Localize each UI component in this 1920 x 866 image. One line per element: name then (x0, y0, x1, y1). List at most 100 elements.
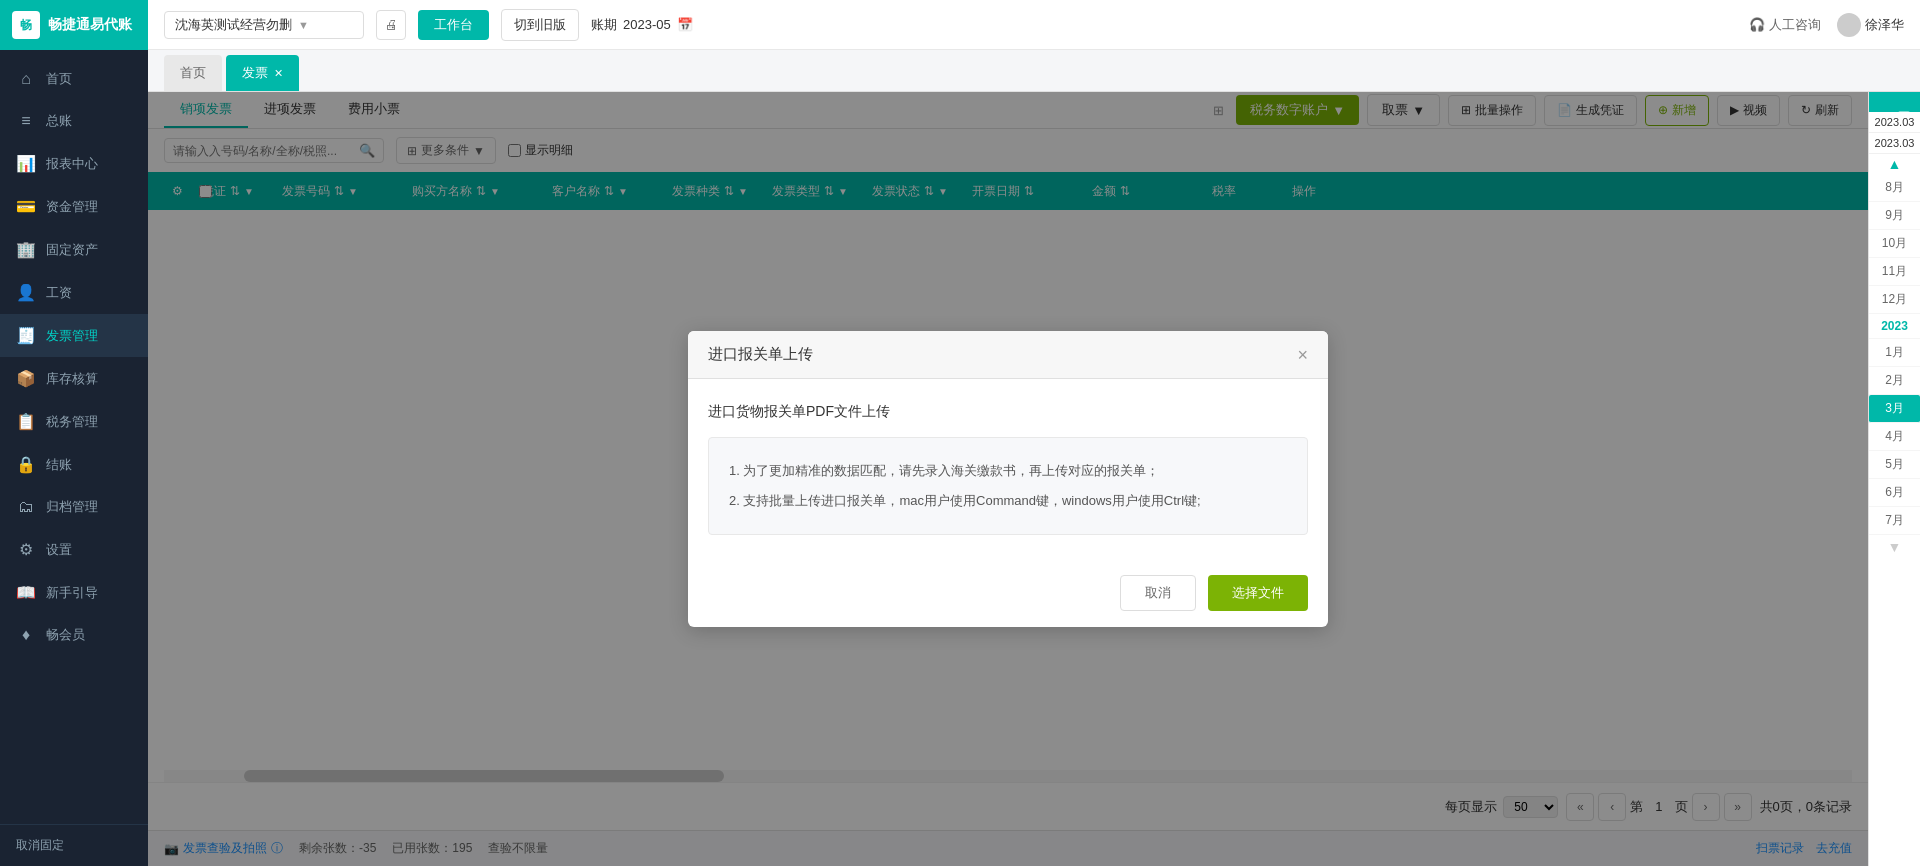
switch-version-button[interactable]: 切到旧版 (501, 9, 579, 41)
sidebar-item-funds[interactable]: 💳 资金管理 (0, 185, 148, 228)
sidebar-item-archive[interactable]: 🗂 归档管理 (0, 486, 148, 528)
sidebar-label-invoice: 发票管理 (46, 327, 98, 345)
period-month-7[interactable]: 7月 (1869, 507, 1920, 535)
reports-icon: 📊 (16, 154, 36, 173)
sidebar-item-member[interactable]: ♦ 畅会员 (0, 614, 148, 656)
company-print-button[interactable]: 🖨 (376, 10, 406, 40)
sidebar-label-funds: 资金管理 (46, 198, 98, 216)
company-dropdown-icon: ▼ (298, 19, 309, 31)
period-month-6[interactable]: 6月 (1869, 479, 1920, 507)
chevron-up-icon: ▲ (1888, 156, 1902, 172)
settings-icon: ⚙ (16, 540, 36, 559)
modal-import-customs: 进口报关单上传 × 进口货物报关单PDF文件上传 1. 为了更加精准的数据匹配，… (688, 331, 1328, 627)
period-month-1[interactable]: 1月 (1869, 339, 1920, 367)
modal-close-button[interactable]: × (1297, 346, 1308, 364)
period-month-11[interactable]: 11月 (1869, 258, 1920, 286)
tab-invoice-close[interactable]: ✕ (274, 67, 283, 80)
period-year-1: 2023.03 (1869, 112, 1920, 133)
tax-icon: 📋 (16, 412, 36, 431)
close-period-icon: 🔒 (16, 455, 36, 474)
user-menu[interactable]: 徐泽华 (1837, 13, 1904, 37)
period-nav-down[interactable]: ▼ (1869, 535, 1920, 559)
archive-icon: 🗂 (16, 498, 36, 516)
logo-text: 畅捷通易代账 (48, 16, 132, 34)
sidebar-item-settings[interactable]: ⚙ 设置 (0, 528, 148, 571)
modal-title: 进口报关单上传 (708, 345, 813, 364)
sidebar-label-payroll: 工资 (46, 284, 72, 302)
sidebar-label-reports: 报表中心 (46, 155, 98, 173)
member-icon: ♦ (16, 626, 36, 644)
open-date-button[interactable]: 开票日期 (1869, 92, 1920, 112)
period-month-12[interactable]: 12月 (1869, 286, 1920, 314)
sidebar-label-archive: 归档管理 (46, 498, 98, 516)
upload-info-box: 1. 为了更加精准的数据匹配，请先录入海关缴款书，再上传对应的报关单； 2. 支… (708, 437, 1308, 535)
sidebar-label-ledger: 总账 (46, 112, 72, 130)
period-month-5[interactable]: 5月 (1869, 451, 1920, 479)
tab-invoice-label: 发票 (242, 64, 268, 82)
sidebar-item-tax[interactable]: 📋 税务管理 (0, 400, 148, 443)
sidebar-logo: 畅 畅捷通易代账 (0, 0, 148, 50)
period-month-4[interactable]: 4月 (1869, 423, 1920, 451)
user-name: 徐泽华 (1865, 16, 1904, 34)
sidebar-label-tax: 税务管理 (46, 413, 98, 431)
period-value: 2023-05 (623, 17, 671, 32)
sidebar-cancel-fixed-label: 取消固定 (16, 838, 64, 852)
sidebar-label-home: 首页 (46, 70, 72, 88)
sidebar-item-ledger[interactable]: ≡ 总账 (0, 100, 148, 142)
tab-home[interactable]: 首页 (164, 55, 222, 91)
main-content: 沈海英测试经营勿删 ▼ 🖨 工作台 切到旧版 账期 2023-05 📅 🎧 人工… (148, 0, 1920, 866)
modal-overlay: 进口报关单上传 × 进口货物报关单PDF文件上传 1. 为了更加精准的数据匹配，… (148, 92, 1868, 866)
info-item-2: 2. 支持批量上传进口报关单，mac用户使用Command键，windows用户… (729, 488, 1287, 514)
period-year-marker: 2023 (1869, 314, 1920, 339)
sidebar-item-assets[interactable]: 🏢 固定资产 (0, 228, 148, 271)
period-month-9[interactable]: 9月 (1869, 202, 1920, 230)
period-month-8[interactable]: 8月 (1869, 174, 1920, 202)
sidebar-label-assets: 固定资产 (46, 241, 98, 259)
period-nav-up[interactable]: ▲ (1869, 154, 1920, 174)
sidebar-item-home[interactable]: ⌂ 首页 (0, 58, 148, 100)
home-icon: ⌂ (16, 70, 36, 88)
workspace-button[interactable]: 工作台 (418, 10, 489, 40)
sidebar-label-member: 畅会员 (46, 626, 85, 644)
modal-body: 进口货物报关单PDF文件上传 1. 为了更加精准的数据匹配，请先录入海关缴款书，… (688, 379, 1328, 559)
tab-bar: 首页 发票 ✕ (148, 50, 1920, 92)
calendar-icon[interactable]: 📅 (677, 17, 693, 32)
period-panel: 开票日期 2023.03 2023.03 ▲ 8月 9月 10月 11月 12月 (1868, 92, 1920, 866)
sidebar-item-inventory[interactable]: 📦 库存核算 (0, 357, 148, 400)
sidebar-item-reports[interactable]: 📊 报表中心 (0, 142, 148, 185)
modal-cancel-button[interactable]: 取消 (1120, 575, 1196, 611)
header-right: 🎧 人工咨询 徐泽华 (1749, 13, 1904, 37)
logo-icon: 畅 (12, 11, 40, 39)
ledger-icon: ≡ (16, 112, 36, 130)
sidebar-item-invoice[interactable]: 🧾 发票管理 (0, 314, 148, 357)
sidebar-cancel-fixed[interactable]: 取消固定 (0, 824, 148, 866)
sidebar-item-close[interactable]: 🔒 结账 (0, 443, 148, 486)
tab-invoice[interactable]: 发票 ✕ (226, 55, 299, 91)
support-button[interactable]: 🎧 人工咨询 (1749, 16, 1821, 34)
company-name: 沈海英测试经营勿删 (175, 16, 292, 34)
sidebar-item-guide[interactable]: 📖 新手引导 (0, 571, 148, 614)
chevron-down-icon: ▼ (1888, 539, 1902, 555)
upload-section-title: 进口货物报关单PDF文件上传 (708, 403, 1308, 421)
sidebar-item-payroll[interactable]: 👤 工资 (0, 271, 148, 314)
headset-icon: 🎧 (1749, 17, 1765, 32)
modal-select-file-button[interactable]: 选择文件 (1208, 575, 1308, 611)
payroll-icon: 👤 (16, 283, 36, 302)
info-item-1: 1. 为了更加精准的数据匹配，请先录入海关缴款书，再上传对应的报关单； (729, 458, 1287, 484)
sidebar: 畅 畅捷通易代账 ⌂ 首页 ≡ 总账 📊 报表中心 💳 资金管理 🏢 固定资产 … (0, 0, 148, 866)
support-label: 人工咨询 (1769, 16, 1821, 34)
assets-icon: 🏢 (16, 240, 36, 259)
modal-header: 进口报关单上传 × (688, 331, 1328, 379)
period-month-10[interactable]: 10月 (1869, 230, 1920, 258)
print-icon: 🖨 (385, 17, 398, 32)
user-avatar-icon (1837, 13, 1861, 37)
top-header: 沈海英测试经营勿删 ▼ 🖨 工作台 切到旧版 账期 2023-05 📅 🎧 人工… (148, 0, 1920, 50)
company-selector[interactable]: 沈海英测试经营勿删 ▼ (164, 11, 364, 39)
modal-footer: 取消 选择文件 (688, 559, 1328, 627)
sidebar-label-inventory: 库存核算 (46, 370, 98, 388)
invoice-icon: 🧾 (16, 326, 36, 345)
period-month-2[interactable]: 2月 (1869, 367, 1920, 395)
sidebar-label-guide: 新手引导 (46, 584, 98, 602)
period-month-3-active[interactable]: 3月 (1869, 395, 1920, 423)
period-label: 账期 (591, 16, 617, 34)
